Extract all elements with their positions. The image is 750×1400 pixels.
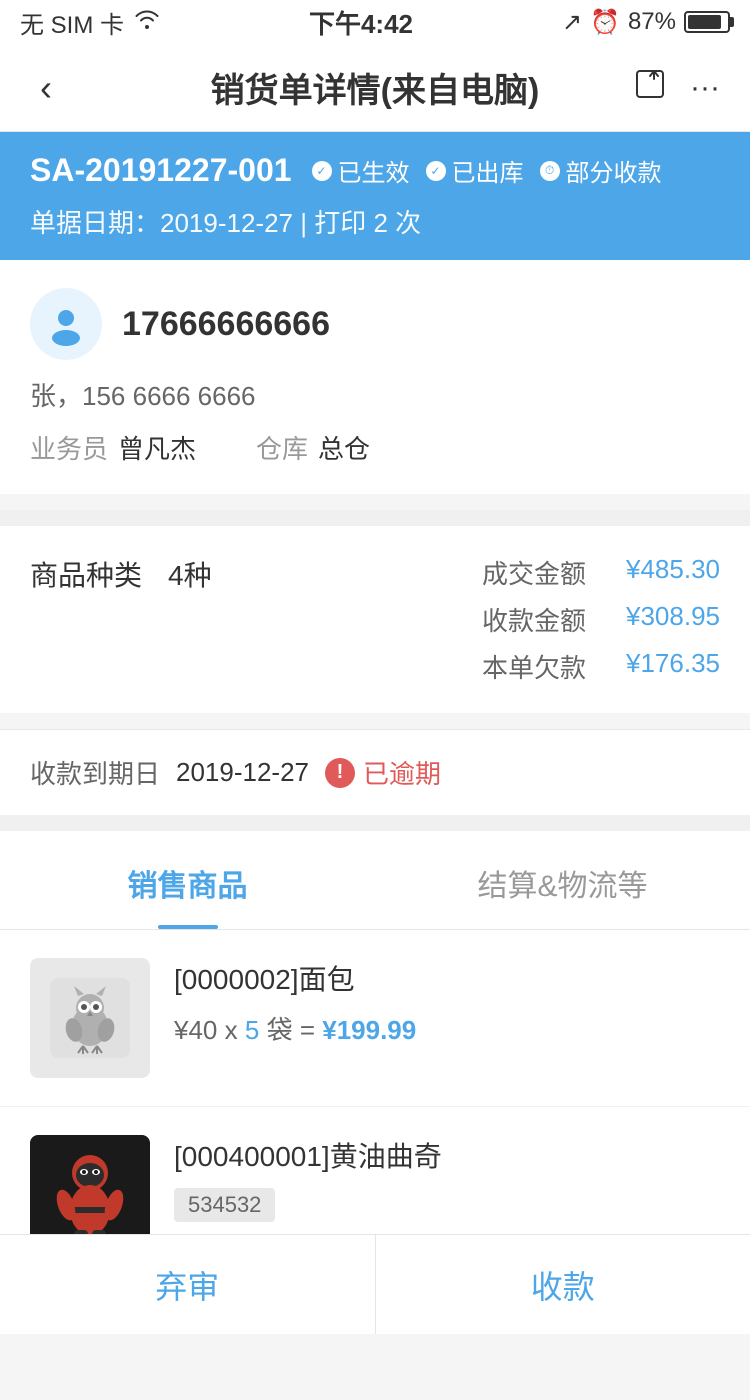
battery-percentage: 87% [628, 8, 676, 36]
meta-warehouse: 仓库 总仓 [256, 429, 370, 466]
tabs: 销售商品 结算&物流等 [0, 831, 750, 930]
order-number: SA-20191227-001 [30, 152, 292, 189]
overdue-text: 已逾期 [363, 754, 441, 791]
alarm-icon: ⏰ [590, 8, 620, 37]
battery-icon [684, 11, 730, 33]
product-name-bread: [0000002]面包 [174, 958, 720, 998]
stat-debt: 本单欠款 ¥176.35 [482, 648, 720, 685]
badge-activated: ✓ 已生效 [312, 153, 410, 188]
customer-contact: 张，156 6666 6666 [30, 376, 720, 413]
stat-received: 收款金额 ¥308.95 [482, 601, 720, 638]
share-button[interactable] [634, 68, 666, 108]
clock-icon: ⏱ [540, 161, 560, 181]
stat-amount: 成交金额 ¥485.30 [482, 554, 720, 591]
order-header: SA-20191227-001 ✓ 已生效 ✓ 已出库 ⏱ 部分收款 [0, 132, 750, 260]
tabs-section: 销售商品 结算&物流等 [0, 831, 750, 930]
product-name-cookie: [000400001]黄油曲奇 [174, 1135, 720, 1175]
meta-salesperson: 业务员 曾凡杰 [30, 429, 196, 466]
customer-meta: 业务员 曾凡杰 仓库 总仓 [30, 429, 720, 466]
no-sim-text: 无 SIM 卡 [20, 5, 124, 40]
stats-section: 商品种类 4种 成交金额 ¥485.30 收款金额 ¥308.95 本单欠款 ¥… [0, 526, 750, 713]
overdue-icon: ! [325, 758, 355, 788]
customer-id: 17666666666 [122, 305, 330, 344]
section-gap-1 [0, 510, 750, 526]
owl-thumb [30, 958, 150, 1078]
status-bar: 无 SIM 卡 下午4:42 ↗ ⏰ 87% [0, 0, 750, 44]
status-badges: ✓ 已生效 ✓ 已出库 ⏱ 部分收款 [312, 153, 662, 188]
due-date-value: 2019-12-27 [176, 757, 309, 788]
bottom-bar: 弃审 收款 [0, 1234, 750, 1334]
nav-actions: ··· [634, 68, 720, 108]
nav-bar: ‹ 销货单详情(来自电脑) ··· [0, 44, 750, 132]
order-date: 单据日期：2019-12-27 | 打印 2 次 [30, 203, 720, 240]
status-time: 下午4:42 [309, 4, 413, 41]
more-button[interactable]: ··· [690, 71, 720, 105]
product-price-bread: ¥40 x 5 袋 = ¥199.99 [174, 1010, 720, 1047]
customer-top: 17666666666 [30, 288, 720, 360]
wifi-icon [134, 8, 160, 36]
tab-sales-products[interactable]: 销售商品 [0, 831, 375, 929]
badge-partial-payment: ⏱ 部分收款 [540, 153, 662, 188]
product-tag-cookie: 534532 [174, 1187, 720, 1222]
check-icon-2: ✓ [426, 161, 446, 181]
due-section: 收款到期日 2019-12-27 ! 已逾期 [0, 730, 750, 815]
nav-title: 销货单详情(来自电脑) [211, 63, 540, 112]
location-icon: ↗ [562, 8, 582, 37]
cancel-button[interactable]: 弃审 [0, 1235, 376, 1334]
status-left: 无 SIM 卡 [20, 5, 160, 40]
product-thumb-bread [30, 958, 150, 1078]
tab-settlement-logistics[interactable]: 结算&物流等 [375, 831, 750, 929]
status-right: ↗ ⏰ 87% [562, 8, 730, 37]
due-label: 收款到期日 [30, 754, 160, 791]
product-item-bread: [0000002]面包 ¥40 x 5 袋 = ¥199.99 [0, 930, 750, 1107]
stats-left: 商品种类 4种 [30, 554, 212, 594]
stats-right: 成交金额 ¥485.30 收款金额 ¥308.95 本单欠款 ¥176.35 [482, 554, 720, 685]
check-icon-1: ✓ [312, 161, 332, 181]
section-gap-2 [0, 815, 750, 831]
product-info-bread: [0000002]面包 ¥40 x 5 袋 = ¥199.99 [174, 958, 720, 1047]
avatar [30, 288, 102, 360]
confirm-button[interactable]: 收款 [376, 1235, 750, 1334]
overdue-badge: ! 已逾期 [325, 754, 441, 791]
badge-shipped: ✓ 已出库 [426, 153, 524, 188]
back-button[interactable]: ‹ [30, 57, 62, 119]
customer-section: 17666666666 张，156 6666 6666 业务员 曾凡杰 仓库 总… [0, 260, 750, 494]
